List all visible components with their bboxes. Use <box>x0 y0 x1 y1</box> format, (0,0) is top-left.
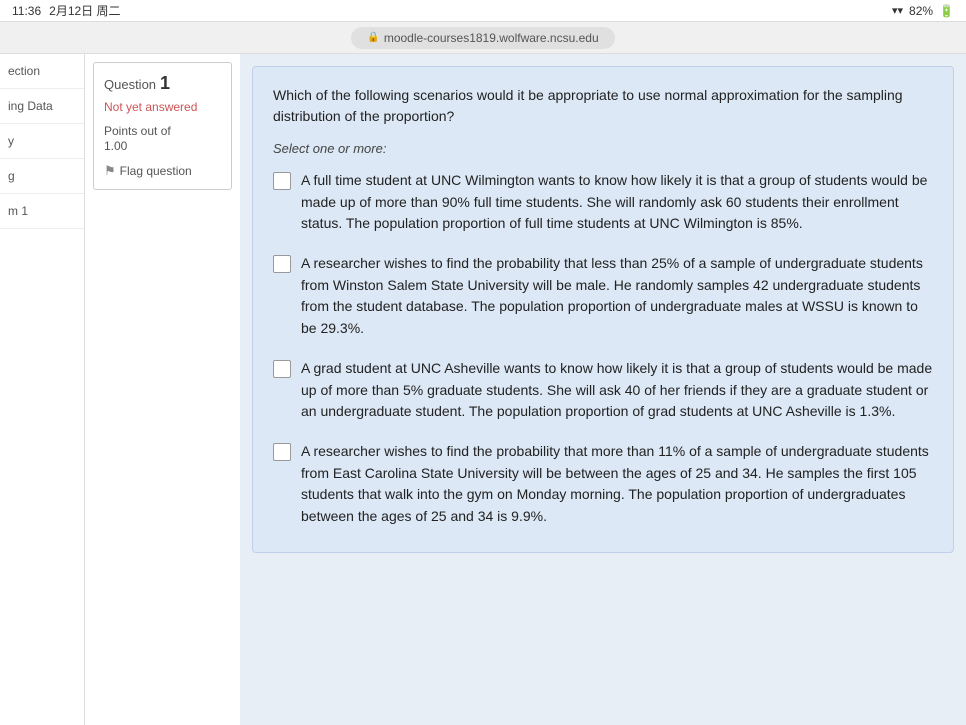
status-bar: 11:36 2月12日 周二 ▾▾ 82% 🔋 <box>0 0 966 22</box>
question-number-row: Question 1 <box>104 73 221 94</box>
status-bar-right: ▾▾ 82% 🔋 <box>892 4 954 18</box>
url-bar: 🔒 moodle-courses1819.wolfware.ncsu.edu <box>0 22 966 54</box>
option-text-1: A full time student at UNC Wilmington wa… <box>301 170 933 235</box>
points-value: 1.00 <box>104 139 127 153</box>
time-display: 11:36 <box>12 4 41 18</box>
question-text: Which of the following scenarios would i… <box>273 85 933 127</box>
flag-question-button[interactable]: ⚑ Flag question <box>104 163 221 179</box>
option-checkbox-1[interactable] <box>273 172 291 190</box>
battery-display: 82% <box>909 4 933 18</box>
question-label: Question <box>104 77 156 92</box>
url-pill[interactable]: 🔒 moodle-courses1819.wolfware.ncsu.edu <box>351 27 614 49</box>
url-text: moodle-courses1819.wolfware.ncsu.edu <box>384 31 599 45</box>
points-label: Points out of <box>104 124 171 138</box>
main-layout: ection ing Data y g m 1 Question 1 Not y… <box>0 54 966 725</box>
option-checkbox-3[interactable] <box>273 360 291 378</box>
option-checkbox-2[interactable] <box>273 255 291 273</box>
option-text-3: A grad student at UNC Asheville wants to… <box>301 358 933 423</box>
sidebar-item-g[interactable]: g <box>0 159 84 194</box>
sidebar-item-data[interactable]: ing Data <box>0 89 84 124</box>
option-text-2: A researcher wishes to find the probabil… <box>301 253 933 340</box>
option-checkbox-4[interactable] <box>273 443 291 461</box>
option-row-1: A full time student at UNC Wilmington wa… <box>273 170 933 235</box>
lock-icon: 🔒 <box>367 32 379 43</box>
left-edge-nav: ection ing Data y g m 1 <box>0 54 85 725</box>
question-card: Which of the following scenarios would i… <box>252 66 954 553</box>
wifi-icon: ▾▾ <box>892 4 903 17</box>
not-answered-status: Not yet answered <box>104 100 221 116</box>
sidebar-item-m1[interactable]: m 1 <box>0 194 84 229</box>
option-text-4: A researcher wishes to find the probabil… <box>301 441 933 528</box>
flag-icon: ⚑ <box>104 163 116 179</box>
content-area: Which of the following scenarios would i… <box>240 54 966 725</box>
question-sidebar: Question 1 Not yet answered Points out o… <box>85 54 240 725</box>
option-row-4: A researcher wishes to find the probabil… <box>273 441 933 528</box>
status-bar-left: 11:36 2月12日 周二 <box>12 2 121 19</box>
question-number: 1 <box>160 73 170 94</box>
date-display: 2月12日 周二 <box>49 2 120 19</box>
sidebar-item-y[interactable]: y <box>0 124 84 159</box>
battery-icon: 🔋 <box>939 4 954 18</box>
option-row-3: A grad student at UNC Asheville wants to… <box>273 358 933 423</box>
select-instruction: Select one or more: <box>273 141 933 156</box>
question-info-box: Question 1 Not yet answered Points out o… <box>93 62 232 190</box>
sidebar-item-section[interactable]: ection <box>0 54 84 89</box>
flag-label: Flag question <box>120 164 192 178</box>
points-row: Points out of 1.00 <box>104 124 221 155</box>
option-row-2: A researcher wishes to find the probabil… <box>273 253 933 340</box>
